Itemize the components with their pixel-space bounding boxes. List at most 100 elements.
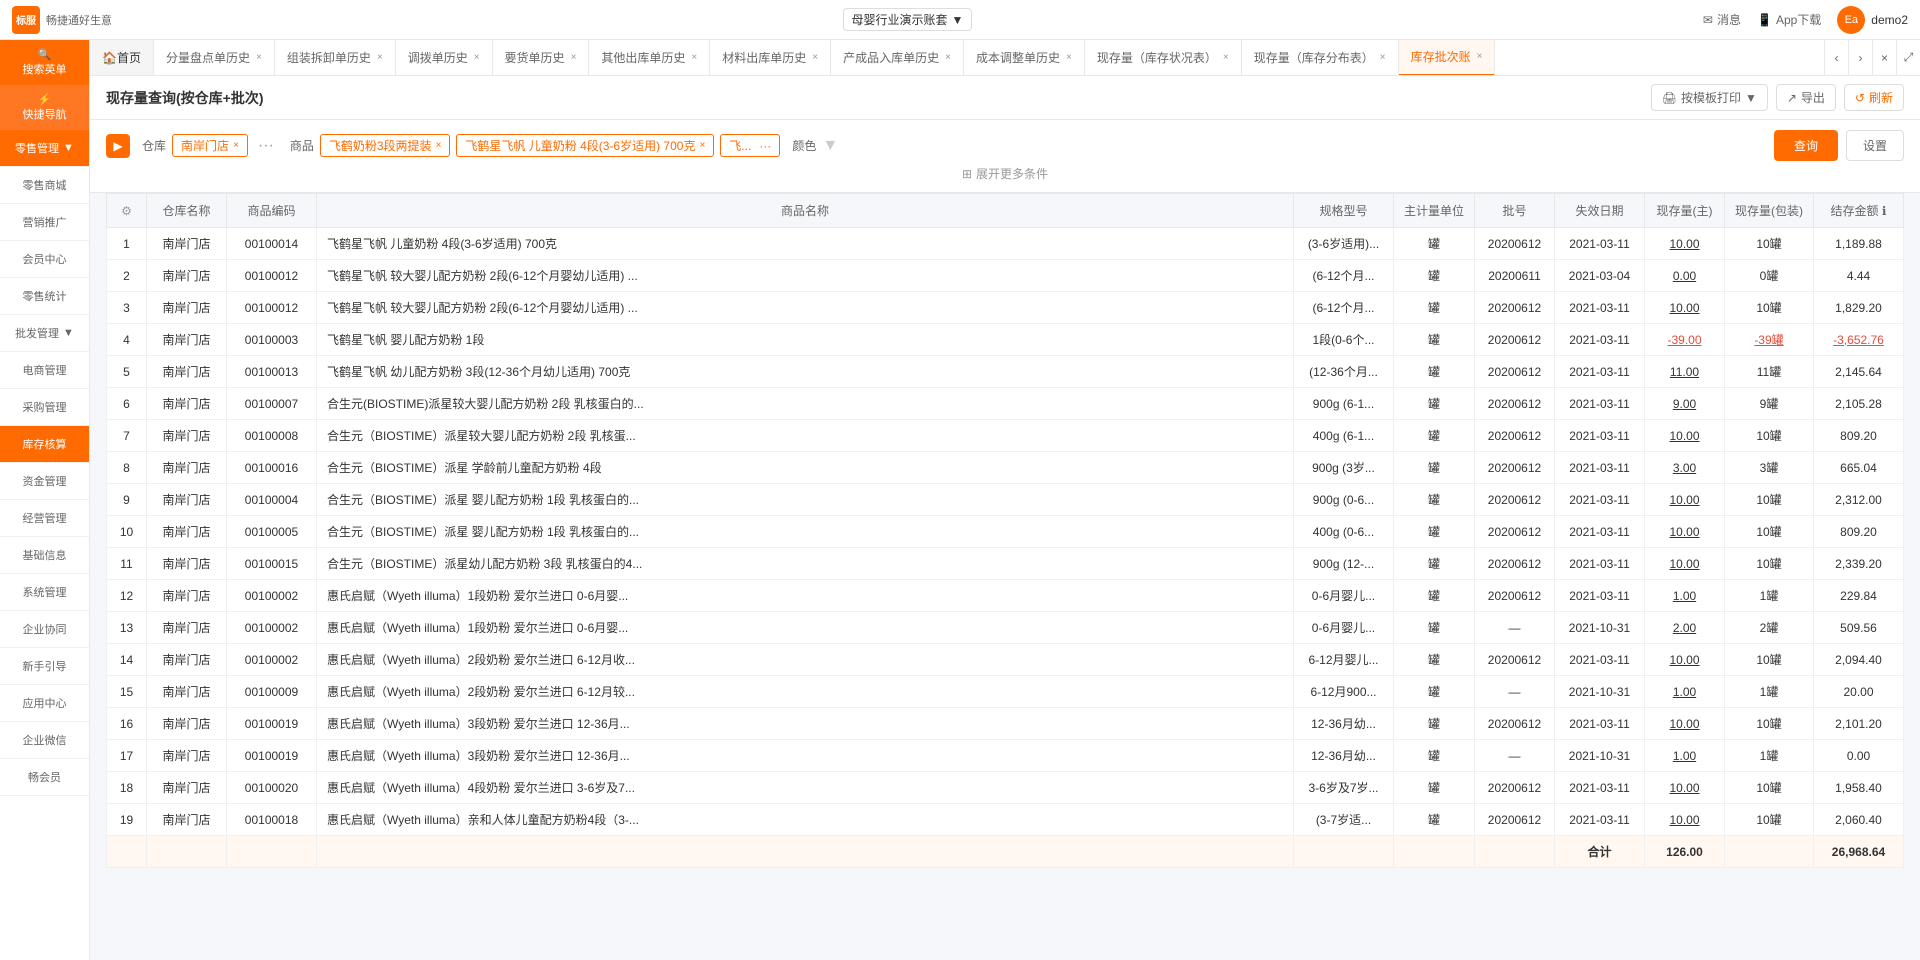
tab-close-icon[interactable]: × <box>1380 52 1386 63</box>
row-warehouse: 南岸门店 <box>147 420 227 452</box>
sidebar-item-retail-mgmt[interactable]: 零售管理 ▼ <box>0 130 89 167</box>
row-qty[interactable]: 3.00 <box>1645 452 1725 484</box>
product-filter-tag-3[interactable]: 飞... ··· <box>720 134 780 157</box>
filter-expand-arrow[interactable]: ▶ <box>106 134 130 158</box>
sidebar-item-basic-info[interactable]: 基础信息 <box>0 537 89 574</box>
table-header-row: ⚙ 仓库名称 商品编码 商品名称 规格型号 主计量单位 批号 失效日期 现存量(… <box>107 194 1904 228</box>
sidebar-item-retail-mall[interactable]: 零售商城 <box>0 167 89 204</box>
tab-chanchengpinruku[interactable]: 产成品入库单历史 × <box>831 40 964 76</box>
tab-close-icon[interactable]: × <box>571 52 577 63</box>
app-download-button[interactable]: 📱 App下载 <box>1757 11 1821 28</box>
sidebar-item-finance[interactable]: 资金管理 <box>0 463 89 500</box>
sidebar-item-wechat[interactable]: 企业微信 <box>0 722 89 759</box>
settings-icon[interactable]: ⚙ <box>121 204 132 218</box>
row-qty[interactable]: 10.00 <box>1645 228 1725 260</box>
sidebar-item-ecommerce[interactable]: 电商管理 <box>0 352 89 389</box>
row-qty[interactable]: 1.00 <box>1645 676 1725 708</box>
tab-next-button[interactable]: › <box>1848 40 1872 76</box>
tab-cailiaochuku[interactable]: 材料出库单历史 × <box>710 40 831 76</box>
tab-kucun-batch[interactable]: 库存批次账 × <box>1399 40 1496 76</box>
warehouse-filter-tag[interactable]: 南岸门店 × <box>172 134 248 157</box>
export-button[interactable]: ↗ 导出 <box>1776 84 1836 111</box>
warehouse-tag-close[interactable]: × <box>233 140 239 151</box>
tab-xiancunliang-dist[interactable]: 现存量（库存分布表） × <box>1242 40 1399 76</box>
row-warehouse: 南岸门店 <box>147 644 227 676</box>
tab-close-icon[interactable]: × <box>812 52 818 63</box>
tab-close-icon[interactable]: × <box>474 52 480 63</box>
row-qty[interactable]: 9.00 <box>1645 388 1725 420</box>
refresh-button[interactable]: ↺ 刷新 <box>1844 84 1904 111</box>
user-area[interactable]: Ea demo2 <box>1837 6 1908 34</box>
tab-close-all-button[interactable]: × <box>1872 40 1896 76</box>
row-warehouse: 南岸门店 <box>147 548 227 580</box>
sidebar-item-inventory[interactable]: 库存核算 <box>0 426 89 463</box>
sidebar-item-app-center[interactable]: 应用中心 <box>0 685 89 722</box>
tab-xiancunliang-status[interactable]: 现存量（库存状况表） × <box>1085 40 1242 76</box>
row-qty[interactable]: 10.00 <box>1645 484 1725 516</box>
sidebar-item-retail-stats[interactable]: 零售统计 <box>0 278 89 315</box>
product-filter-tag-1[interactable]: 飞鹤奶粉3段两提装 × <box>320 134 451 157</box>
row-qty[interactable]: 10.00 <box>1645 708 1725 740</box>
sidebar-item-enterprise[interactable]: 企业协同 <box>0 611 89 648</box>
row-qty[interactable]: 10.00 <box>1645 516 1725 548</box>
row-qty[interactable]: 10.00 <box>1645 644 1725 676</box>
sidebar-item-member[interactable]: 会员中心 <box>0 241 89 278</box>
tab-chenbenji[interactable]: 成本调整单历史 × <box>964 40 1085 76</box>
tab-prev-button[interactable]: ‹ <box>1824 40 1848 76</box>
product-filter-tag-2[interactable]: 飞鹤星飞帆 儿童奶粉 4段(3-6岁适用) 700克 × <box>456 134 714 157</box>
tab-qitachuku[interactable]: 其他出库单历史 × <box>589 40 710 76</box>
tab-home[interactable]: 🏠 首页 <box>90 40 154 76</box>
message-button[interactable]: ✉ 消息 <box>1703 11 1741 28</box>
tab-close-icon[interactable]: × <box>1477 51 1483 62</box>
query-button[interactable]: 查询 <box>1774 130 1838 161</box>
tab-fullscreen-button[interactable]: ⤢ <box>1896 40 1920 76</box>
expand-conditions-button[interactable]: ⊞ 展开更多条件 <box>106 161 1904 182</box>
sidebar-item-search[interactable]: 🔍 搜索英单 <box>0 40 89 85</box>
company-select[interactable]: 母婴行业演示账套 ▼ <box>843 8 973 31</box>
row-qty[interactable]: 10.00 <box>1645 548 1725 580</box>
sidebar-item-nav[interactable]: ⚡ 快捷导航 <box>0 85 89 130</box>
tab-yaohuo[interactable]: 要货单历史 × <box>493 40 590 76</box>
tab-fenliangpandian[interactable]: 分量盘点单历史 × <box>154 40 275 76</box>
row-no: 13 <box>107 612 147 644</box>
sidebar-item-marketing[interactable]: 营销推广 <box>0 204 89 241</box>
tab-close-icon[interactable]: × <box>377 52 383 63</box>
sidebar-item-wholesale[interactable]: 批发管理 ▼ <box>0 315 89 352</box>
sidebar-item-member2[interactable]: 畅会员 <box>0 759 89 796</box>
sidebar-item-purchase[interactable]: 采购管理 <box>0 389 89 426</box>
sidebar-item-guide[interactable]: 新手引导 <box>0 648 89 685</box>
col-settings[interactable]: ⚙ <box>107 194 147 228</box>
row-qty[interactable]: 10.00 <box>1645 420 1725 452</box>
product-tag-1-close[interactable]: × <box>436 140 442 151</box>
row-qty[interactable]: 2.00 <box>1645 612 1725 644</box>
row-qty[interactable]: 10.00 <box>1645 804 1725 836</box>
row-qty[interactable]: 10.00 <box>1645 772 1725 804</box>
sidebar-item-sys-mgmt[interactable]: 系统管理 <box>0 574 89 611</box>
set-button[interactable]: 设置 <box>1846 130 1904 161</box>
tab-zuzhuang[interactable]: 组装拆卸单历史 × <box>275 40 396 76</box>
tab-close-icon[interactable]: × <box>691 52 697 63</box>
row-qty[interactable]: 10.00 <box>1645 292 1725 324</box>
sidebar-item-ops-mgmt[interactable]: 经营管理 <box>0 500 89 537</box>
product-tag-2-close[interactable]: × <box>699 140 705 151</box>
row-qty[interactable]: 1.00 <box>1645 580 1725 612</box>
tab-close-icon[interactable]: × <box>256 52 262 63</box>
row-qty[interactable]: 11.00 <box>1645 356 1725 388</box>
warehouse-more-dots[interactable]: ··· <box>258 137 274 155</box>
row-warehouse: 南岸门店 <box>147 516 227 548</box>
row-expire: 2021-03-11 <box>1555 228 1645 260</box>
tab-close-icon[interactable]: × <box>945 52 951 63</box>
row-no: 4 <box>107 324 147 356</box>
table-row: 6 南岸门店 00100007 合生元(BIOSTIME)派星较大婴儿配方奶粉 … <box>107 388 1904 420</box>
table-row: 9 南岸门店 00100004 合生元（BIOSTIME）派星 婴儿配方奶粉 1… <box>107 484 1904 516</box>
row-qty[interactable]: 0.00 <box>1645 260 1725 292</box>
row-no: 16 <box>107 708 147 740</box>
row-qty[interactable]: 1.00 <box>1645 740 1725 772</box>
tab-diaobo[interactable]: 调拨单历史 × <box>396 40 493 76</box>
tab-close-icon[interactable]: × <box>1066 52 1072 63</box>
print-button[interactable]: 🖨 按模板打印 ▼ <box>1651 84 1768 111</box>
table-row: 12 南岸门店 00100002 惠氏启赋（Wyeth illuma）1段奶粉 … <box>107 580 1904 612</box>
row-batch: 20200612 <box>1475 356 1555 388</box>
tab-close-icon[interactable]: × <box>1223 52 1229 63</box>
row-qty[interactable]: -39.00 <box>1645 324 1725 356</box>
